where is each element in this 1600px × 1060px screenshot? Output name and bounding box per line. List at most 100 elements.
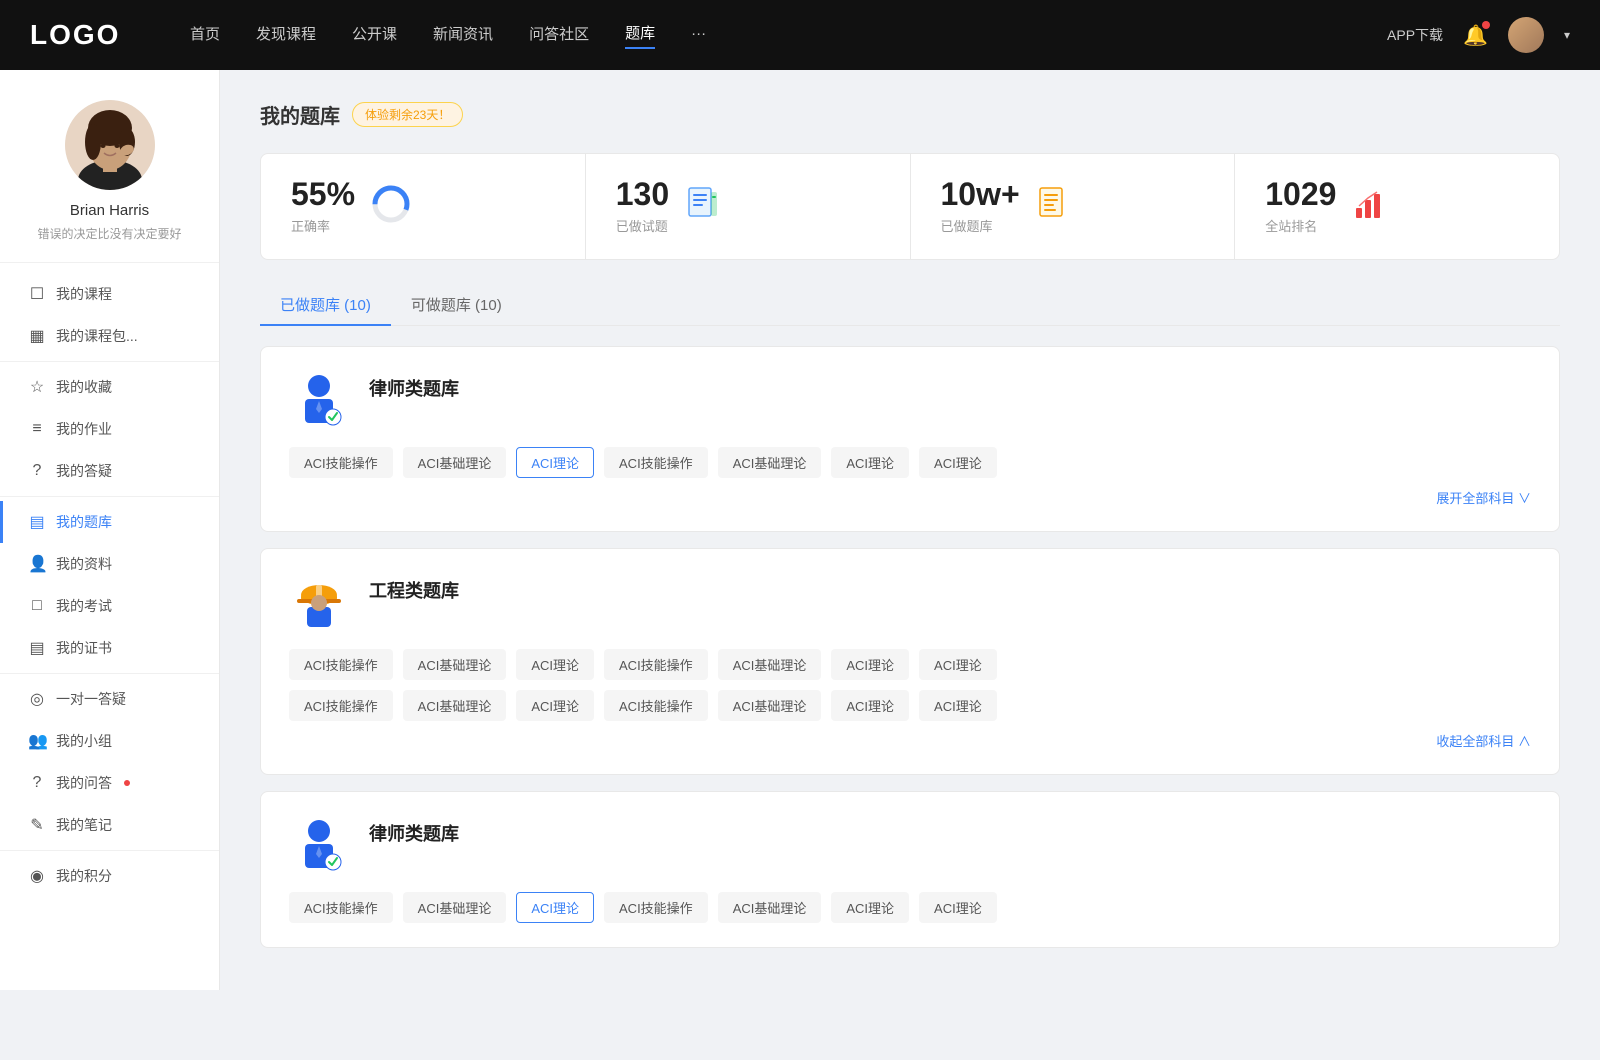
nav-link-open-course[interactable]: 公开课	[352, 23, 397, 48]
cert-icon: ▤	[28, 638, 46, 658]
stat-accuracy: 55% 正确率	[261, 154, 586, 259]
sidebar-item-my-notes[interactable]: ✎ 我的笔记	[0, 804, 219, 846]
exam-icon: □	[28, 597, 46, 615]
tutor-icon: ◎	[28, 689, 46, 709]
qbank-tag[interactable]: ACI基础理论	[718, 892, 822, 923]
trial-badge: 体验剩余23天！	[352, 102, 463, 127]
nav-logo[interactable]: LOGO	[30, 19, 130, 51]
collapse-button-2[interactable]: 收起全部科目 ∧	[289, 731, 1531, 750]
qbank-tag[interactable]: ACI理论	[831, 690, 909, 721]
lawyer-icon-1	[289, 371, 349, 431]
page-header: 我的题库 体验剩余23天！	[260, 100, 1560, 129]
qbank-tag[interactable]: ACI基础理论	[403, 892, 507, 923]
sidebar-menu: ☐ 我的课程 ▦ 我的课程包... ☆ 我的收藏 ≡ 我的作业 ? 我的答	[0, 273, 219, 897]
package-icon: ▦	[28, 326, 46, 346]
sidebar-item-my-qbank[interactable]: ▤ 我的题库	[0, 501, 219, 543]
nav-link-qa[interactable]: 问答社区	[529, 23, 589, 48]
file-icon: ☐	[28, 284, 46, 304]
q-icon: ?	[28, 774, 46, 792]
nav-link-home[interactable]: 首页	[190, 23, 220, 48]
homework-icon: ≡	[28, 420, 46, 438]
pie-chart-icon	[371, 184, 411, 229]
points-icon: ◉	[28, 866, 46, 886]
qbank-tags-1: ACI技能操作 ACI基础理论 ACI理论 ACI技能操作 ACI基础理论 AC…	[289, 447, 1531, 478]
stat-ranking-value: 1029	[1265, 178, 1336, 210]
nav-link-news[interactable]: 新闻资讯	[433, 23, 493, 48]
qbank-tag[interactable]: ACI理论	[919, 690, 997, 721]
qbank-tags-2-row1: ACI技能操作 ACI基础理论 ACI理论 ACI技能操作 ACI基础理论 AC…	[289, 649, 1531, 680]
qbank-card-1: 律师类题库 ACI技能操作 ACI基础理论 ACI理论 ACI技能操作 ACI基…	[260, 346, 1560, 532]
qbank-tag[interactable]: ACI理论	[919, 649, 997, 680]
stat-done-questions-value: 130	[616, 178, 669, 210]
nav-link-discover[interactable]: 发现课程	[256, 23, 316, 48]
qbank-tag[interactable]: ACI理论	[919, 447, 997, 478]
qbank-tag[interactable]: ACI基础理论	[403, 447, 507, 478]
qbank-tag[interactable]: ACI理论	[831, 649, 909, 680]
qbank-tag[interactable]: ACI理论	[919, 892, 997, 923]
question-icon: ?	[28, 462, 46, 480]
sidebar-item-homework[interactable]: ≡ 我的作业	[0, 408, 219, 450]
stat-accuracy-value: 55%	[291, 178, 355, 210]
qbank-tag[interactable]: ACI理论	[831, 892, 909, 923]
app-download-button[interactable]: APP下载	[1387, 25, 1443, 45]
tab-done-banks[interactable]: 已做题库 (10)	[260, 284, 391, 325]
stat-done-banks: 10w+ 已做题库	[911, 154, 1236, 259]
qbank-tag[interactable]: ACI技能操作	[604, 892, 708, 923]
sidebar-item-course-package[interactable]: ▦ 我的课程包...	[0, 315, 219, 357]
sidebar-item-my-profile[interactable]: 👤 我的资料	[0, 543, 219, 585]
qbank-tag[interactable]: ACI基础理论	[403, 649, 507, 680]
stat-done-banks-value: 10w+	[941, 178, 1020, 210]
qbank-tag[interactable]: ACI基础理论	[718, 649, 822, 680]
qbank-tag[interactable]: ACI基础理论	[403, 690, 507, 721]
engineer-icon	[289, 573, 349, 633]
star-icon: ☆	[28, 377, 46, 397]
qbank-tag[interactable]: ACI基础理论	[718, 690, 822, 721]
qbank-tag[interactable]: ACI技能操作	[289, 892, 393, 923]
qbank-tag[interactable]: ACI技能操作	[604, 447, 708, 478]
qbank-tag[interactable]: ACI理论	[831, 447, 909, 478]
divider-1	[0, 361, 219, 362]
stat-accuracy-label: 正确率	[291, 216, 355, 235]
stat-done-banks-label: 已做题库	[941, 216, 1020, 235]
sidebar-item-my-questions[interactable]: ? 我的问答	[0, 762, 219, 804]
sidebar: Brian Harris 错误的决定比没有决定要好 ☐ 我的课程 ▦ 我的课程包…	[0, 70, 220, 990]
chevron-down-icon[interactable]: ▾	[1564, 28, 1570, 42]
qbank-icon: ▤	[28, 512, 46, 532]
qbank-card-2: 工程类题库 ACI技能操作 ACI基础理论 ACI理论 ACI技能操作 ACI基…	[260, 548, 1560, 775]
qbank-tag[interactable]: ACI技能操作	[289, 690, 393, 721]
sidebar-profile: Brian Harris 错误的决定比没有决定要好	[0, 100, 219, 263]
qbank-tag[interactable]: ACI基础理论	[718, 447, 822, 478]
chart-icon	[1352, 186, 1388, 227]
sidebar-item-my-course[interactable]: ☐ 我的课程	[0, 273, 219, 315]
expand-button-1[interactable]: 展开全部科目 ∨	[289, 488, 1531, 507]
qbank-tag[interactable]: ACI技能操作	[604, 690, 708, 721]
qbank-tag-active[interactable]: ACI理论	[516, 892, 594, 923]
main-content: 我的题库 体验剩余23天！ 55% 正确率	[220, 70, 1600, 994]
qbank-tag[interactable]: ACI技能操作	[289, 447, 393, 478]
qbank-tag[interactable]: ACI理论	[516, 690, 594, 721]
nav-link-more[interactable]: ···	[691, 25, 706, 46]
page-wrapper: Brian Harris 错误的决定比没有决定要好 ☐ 我的课程 ▦ 我的课程包…	[0, 70, 1600, 994]
avatar[interactable]	[1508, 17, 1544, 53]
sidebar-item-my-group[interactable]: 👥 我的小组	[0, 720, 219, 762]
sidebar-item-one-on-one[interactable]: ◎ 一对一答疑	[0, 678, 219, 720]
qbank-tags-2-row2: ACI技能操作 ACI基础理论 ACI理论 ACI技能操作 ACI基础理论 AC…	[289, 690, 1531, 721]
sidebar-item-favorites[interactable]: ☆ 我的收藏	[0, 366, 219, 408]
notification-bell[interactable]: 🔔	[1463, 23, 1488, 48]
qbank-card-3: 律师类题库 ACI技能操作 ACI基础理论 ACI理论 ACI技能操作 ACI基…	[260, 791, 1560, 948]
qbank-tag[interactable]: ACI理论	[516, 649, 594, 680]
tab-available-banks[interactable]: 可做题库 (10)	[391, 284, 522, 325]
qbank-tag[interactable]: ACI技能操作	[289, 649, 393, 680]
qbank-tag[interactable]: ACI技能操作	[604, 649, 708, 680]
nav-link-questions[interactable]: 题库	[625, 22, 655, 49]
profile-avatar-svg	[65, 100, 155, 190]
sidebar-item-my-exam[interactable]: □ 我的考试	[0, 585, 219, 627]
sidebar-item-my-certificate[interactable]: ▤ 我的证书	[0, 627, 219, 669]
sidebar-item-my-points[interactable]: ◉ 我的积分	[0, 855, 219, 897]
profile-motto: 错误的决定比没有决定要好	[37, 225, 181, 242]
navbar: LOGO 首页 发现课程 公开课 新闻资讯 问答社区 题库 ··· APP下载 …	[0, 0, 1600, 70]
qbank-tag-active[interactable]: ACI理论	[516, 447, 594, 478]
sidebar-item-my-qa[interactable]: ? 我的答疑	[0, 450, 219, 492]
doc-icon	[685, 186, 721, 227]
unread-dot	[124, 780, 130, 786]
